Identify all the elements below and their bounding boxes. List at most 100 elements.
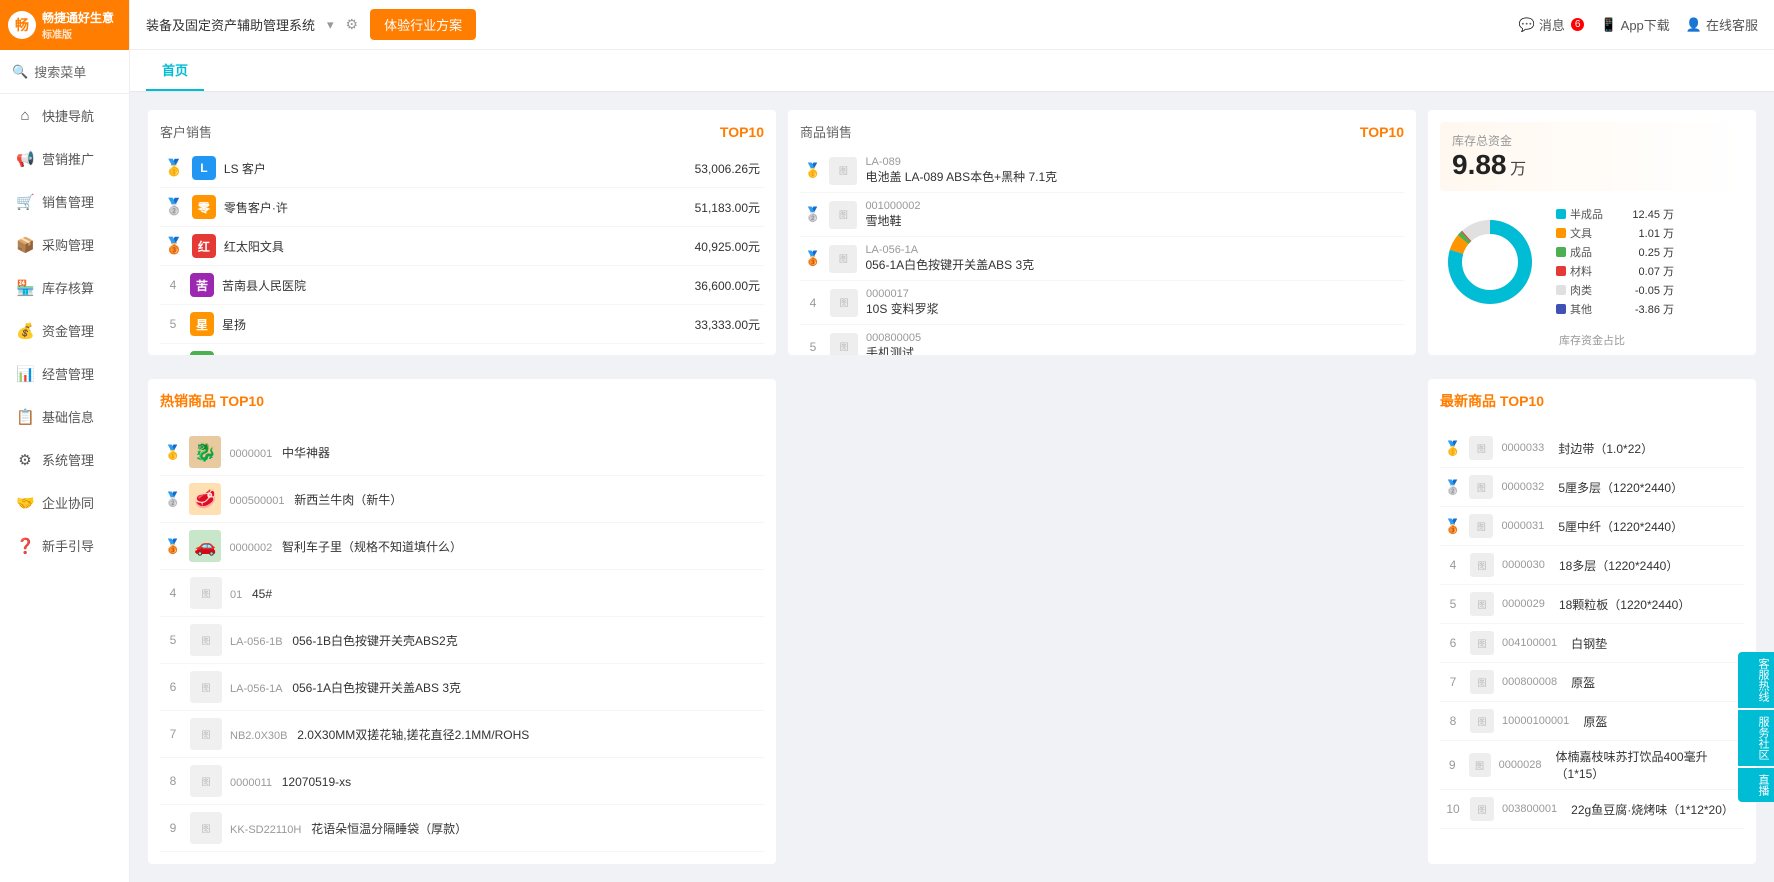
legend-name: 其他 bbox=[1570, 301, 1620, 317]
rank-number: 6 bbox=[1444, 636, 1462, 650]
sidebar: 畅 畅捷通好生意 标准版 🔍 搜索菜单 ⌂ 快捷导航 📢 营销推广 🛒 销售管理… bbox=[0, 0, 130, 882]
sidebar-nav: ⌂ 快捷导航 📢 营销推广 🛒 销售管理 📦 采购管理 🏪 库存核算 💰 资金管… bbox=[0, 94, 129, 882]
table-row: 5 图 0000029 18颗粒板（1220*2440） bbox=[1440, 585, 1744, 624]
medal-icon: 🥇 bbox=[164, 444, 181, 461]
product-image: 图 bbox=[1469, 436, 1493, 460]
tab-bar: 首页 bbox=[130, 50, 1774, 92]
product-image: 图 bbox=[1469, 753, 1491, 777]
legend-list: 半成品 12.45 万 文具 1.01 万 成品 0.25 万 bbox=[1556, 203, 1674, 320]
product-info: 000500001 新西兰牛肉（新牛） bbox=[229, 491, 402, 508]
sidebar-item-basic-info[interactable]: 📋 基础信息 bbox=[0, 395, 129, 438]
product-image: 图 bbox=[829, 157, 857, 185]
legend-item: 肉类 -0.05 万 bbox=[1556, 282, 1674, 298]
product-list-container: 🥇 图 LA-089 电池盖 LA-089 ABS本色+黑种 7.1克 🥈 图 … bbox=[800, 149, 1404, 355]
product-image: 🚗 bbox=[189, 530, 221, 562]
hot-products-card: 热销商品 TOP10 🥇 🐉 0000001 中华神器 🥈 🥩 bbox=[148, 379, 776, 864]
product-info: LA-089 电池盖 LA-089 ABS本色+黑种 7.1克 bbox=[865, 156, 1400, 185]
bottom-row: 热销商品 TOP10 🥇 🐉 0000001 中华神器 🥈 🥩 bbox=[130, 373, 1774, 882]
sidebar-item-guide[interactable]: ❓ 新手引导 bbox=[0, 524, 129, 567]
sidebar-item-guide-label: 新手引导 bbox=[42, 536, 94, 555]
search-menu-button[interactable]: 🔍 搜索菜单 bbox=[8, 58, 121, 85]
sidebar-item-operation-label: 经营管理 bbox=[42, 364, 94, 383]
rank-number: 8 bbox=[1444, 714, 1462, 728]
customer-service-button[interactable]: 客服热线 bbox=[1738, 652, 1774, 708]
customer-name: 星扬 bbox=[222, 316, 687, 333]
product-name: 5厘多层（1220*2440） bbox=[1558, 479, 1683, 496]
rank-number: 4 bbox=[804, 296, 822, 310]
sidebar-item-sales-label: 销售管理 bbox=[42, 192, 94, 211]
app-download-button[interactable]: 📱 App下载 bbox=[1600, 15, 1669, 34]
dropdown-arrow-icon[interactable]: ▾ bbox=[327, 17, 334, 33]
product-image: 图 bbox=[190, 765, 222, 797]
product-image: 图 bbox=[829, 201, 857, 229]
message-icon: 💬 bbox=[1519, 17, 1535, 33]
product-name: 056-1A白色按键开关盖ABS 3克 bbox=[865, 256, 1400, 273]
product-image: 图 bbox=[1470, 631, 1494, 655]
product-info: 000800005 手机测试 bbox=[866, 332, 1400, 355]
table-row: 🥉 🚗 0000002 智利车子里（规格不知道填什么） bbox=[160, 523, 764, 570]
sidebar-item-operation[interactable]: 📊 经营管理 bbox=[0, 352, 129, 395]
gear-icon[interactable]: ⚙ bbox=[346, 16, 359, 33]
table-row: 7 图 NB2.0X30B 2.0X30MM双搓花轴,搓花直径2.1MM/ROH… bbox=[160, 711, 764, 758]
basic-info-icon: 📋 bbox=[16, 408, 34, 426]
product-image: 图 bbox=[830, 289, 858, 317]
customer-section-title: 客户销售 bbox=[160, 122, 212, 141]
sidebar-item-enterprise[interactable]: 🤝 企业协同 bbox=[0, 481, 129, 524]
purchase-icon: 📦 bbox=[16, 236, 34, 254]
main-area: 装备及固定资产辅助管理系统 ▾ ⚙ 体验行业方案 💬 消息 6 📱 App下载 … bbox=[130, 0, 1774, 882]
sidebar-item-inventory[interactable]: 🏪 库存核算 bbox=[0, 266, 129, 309]
sales-icon: 🛒 bbox=[16, 193, 34, 211]
customer-name: 零售客户·于 bbox=[222, 355, 687, 356]
legend-name: 成品 bbox=[1570, 244, 1620, 260]
table-row: 6 零 零售客户·于 21,680.00元 bbox=[160, 344, 764, 355]
legend-name: 半成品 bbox=[1570, 206, 1620, 222]
inventory-amount-display: 9.88 万 bbox=[1452, 149, 1732, 181]
table-row: 🥈 图 0000032 5厘多层（1220*2440） bbox=[1440, 468, 1744, 507]
online-service-label: 在线客服 bbox=[1706, 15, 1758, 34]
new-products-header: 最新商品 TOP10 bbox=[1440, 391, 1744, 421]
inventory-label: 库存总资金 bbox=[1452, 132, 1732, 149]
product-image: 🐉 bbox=[189, 436, 221, 468]
customer-section-header: 客户销售 TOP10 bbox=[160, 122, 764, 141]
product-info: 0000002 智利车子里（规格不知道填什么） bbox=[229, 538, 462, 555]
customer-amount: 51,183.00元 bbox=[695, 199, 760, 216]
legend-dot bbox=[1556, 247, 1566, 257]
sidebar-item-finance[interactable]: 💰 资金管理 bbox=[0, 309, 129, 352]
product-image: 🥩 bbox=[189, 483, 221, 515]
direct-button[interactable]: 直播 bbox=[1738, 768, 1774, 802]
message-button[interactable]: 💬 消息 6 bbox=[1519, 15, 1585, 34]
medal-icon: 🥈 bbox=[164, 197, 184, 217]
trial-button[interactable]: 体验行业方案 bbox=[370, 9, 476, 40]
product-ranking-card: 商品销售 TOP10 🥇 图 LA-089 电池盖 LA-089 ABS本色+黑… bbox=[788, 110, 1416, 355]
table-row: 🥈 图 001000002 雪地鞋 bbox=[800, 193, 1404, 237]
table-row: 6 图 004100001 白钢垫 bbox=[1440, 624, 1744, 663]
avatar: 红 bbox=[192, 234, 216, 258]
service-community-button[interactable]: 服务社区 bbox=[1738, 710, 1774, 766]
sidebar-search[interactable]: 🔍 搜索菜单 bbox=[0, 50, 129, 94]
sidebar-item-system[interactable]: ⚙ 系统管理 bbox=[0, 438, 129, 481]
product-name: 智利车子里（规格不知道填什么） bbox=[282, 540, 462, 554]
legend-item: 材料 0.07 万 bbox=[1556, 263, 1674, 279]
sidebar-item-sales[interactable]: 🛒 销售管理 bbox=[0, 180, 129, 223]
product-info: KK-SD22110H 花语朵恒温分隔睡袋（厚款） bbox=[230, 820, 467, 837]
product-name: 花语朵恒温分隔睡袋（厚款） bbox=[311, 822, 467, 836]
product-name: 45# bbox=[252, 587, 272, 601]
rank-number: 5 bbox=[164, 317, 182, 331]
avatar: 零 bbox=[192, 195, 216, 219]
sidebar-item-quick-nav[interactable]: ⌂ 快捷导航 bbox=[0, 94, 129, 137]
product-code: KK-SD22110H bbox=[230, 824, 307, 836]
sidebar-item-marketing[interactable]: 📢 营销推广 bbox=[0, 137, 129, 180]
product-image: 图 bbox=[190, 718, 222, 750]
product-info: 0000017 10S 变料罗浆 bbox=[866, 288, 1400, 317]
bottom-middle-placeholder bbox=[782, 373, 1422, 870]
product-code: LA-056-1A bbox=[865, 244, 1400, 256]
hot-products-title: 热销商品 TOP10 bbox=[160, 391, 264, 411]
sidebar-item-purchase[interactable]: 📦 采购管理 bbox=[0, 223, 129, 266]
legend-item: 其他 -3.86 万 bbox=[1556, 301, 1674, 317]
tab-home[interactable]: 首页 bbox=[146, 50, 204, 91]
customer-name: LS 客户 bbox=[224, 160, 687, 177]
product-image: 图 bbox=[1470, 553, 1494, 577]
rank-number: 5 bbox=[1444, 597, 1462, 611]
product-info: NB2.0X30B 2.0X30MM双搓花轴,搓花直径2.1MM/ROHS bbox=[230, 726, 529, 743]
online-service-button[interactable]: 👤 在线客服 bbox=[1686, 15, 1758, 34]
